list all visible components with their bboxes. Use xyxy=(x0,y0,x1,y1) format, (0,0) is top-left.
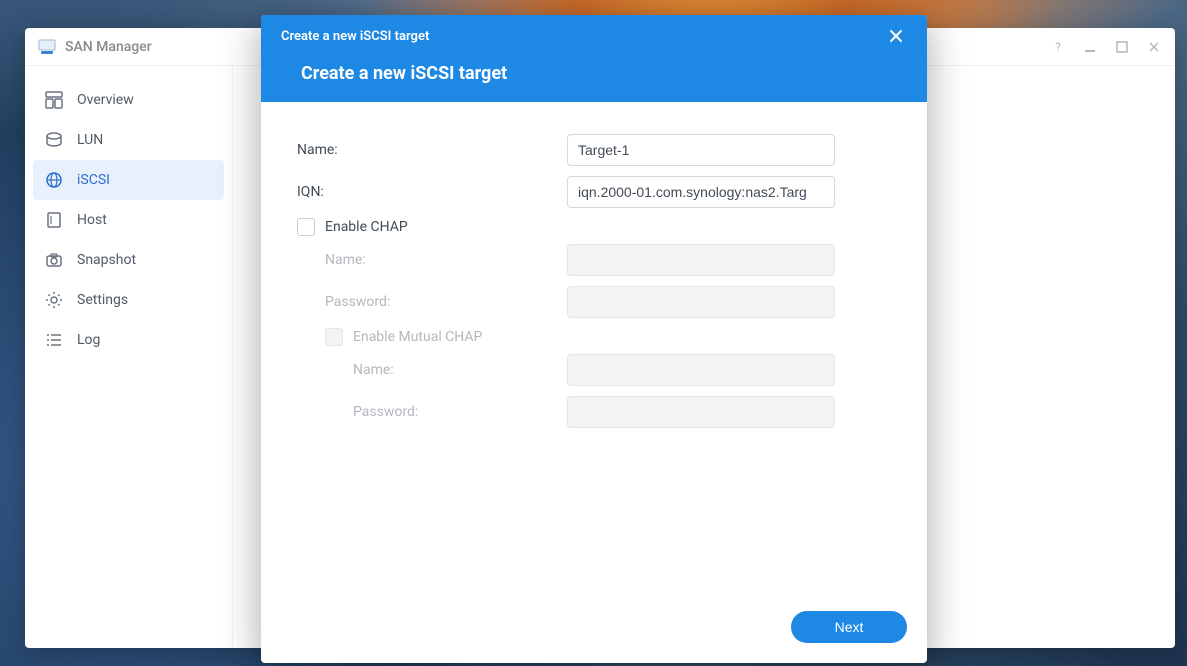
chap-password-label: Password: xyxy=(297,294,567,310)
mutual-password-field xyxy=(567,396,835,428)
enable-chap-checkbox[interactable]: Enable CHAP xyxy=(297,218,891,236)
checkbox-icon xyxy=(325,328,343,346)
modal-breadcrumb: Create a new iSCSI target xyxy=(281,29,429,44)
next-button[interactable]: Next xyxy=(791,611,907,643)
enable-chap-label: Enable CHAP xyxy=(325,219,408,235)
enable-mutual-chap-checkbox: Enable Mutual CHAP xyxy=(297,328,891,346)
checkbox-icon xyxy=(297,218,315,236)
modal-backdrop: Create a new iSCSI target Create a new i… xyxy=(0,0,1187,666)
chap-name-label: Name: xyxy=(297,252,567,268)
close-icon[interactable] xyxy=(885,27,907,45)
mutual-password-label: Password: xyxy=(297,404,567,420)
modal-footer: Next xyxy=(261,597,927,663)
iqn-field[interactable] xyxy=(567,176,835,208)
chap-password-field xyxy=(567,286,835,318)
modal-header: Create a new iSCSI target Create a new i… xyxy=(261,15,927,102)
modal-body: Name: IQN: Enable CHAP Name: xyxy=(261,102,927,597)
enable-mutual-chap-label: Enable Mutual CHAP xyxy=(353,329,482,345)
mutual-name-field xyxy=(567,354,835,386)
iqn-label: IQN: xyxy=(297,184,567,200)
create-iscsi-target-dialog: Create a new iSCSI target Create a new i… xyxy=(261,15,927,663)
mutual-name-label: Name: xyxy=(297,362,567,378)
name-label: Name: xyxy=(297,142,567,158)
chap-name-field xyxy=(567,244,835,276)
modal-title: Create a new iSCSI target xyxy=(281,63,907,84)
name-field[interactable] xyxy=(567,134,835,166)
desktop-background: SAN Manager ? xyxy=(0,0,1187,666)
